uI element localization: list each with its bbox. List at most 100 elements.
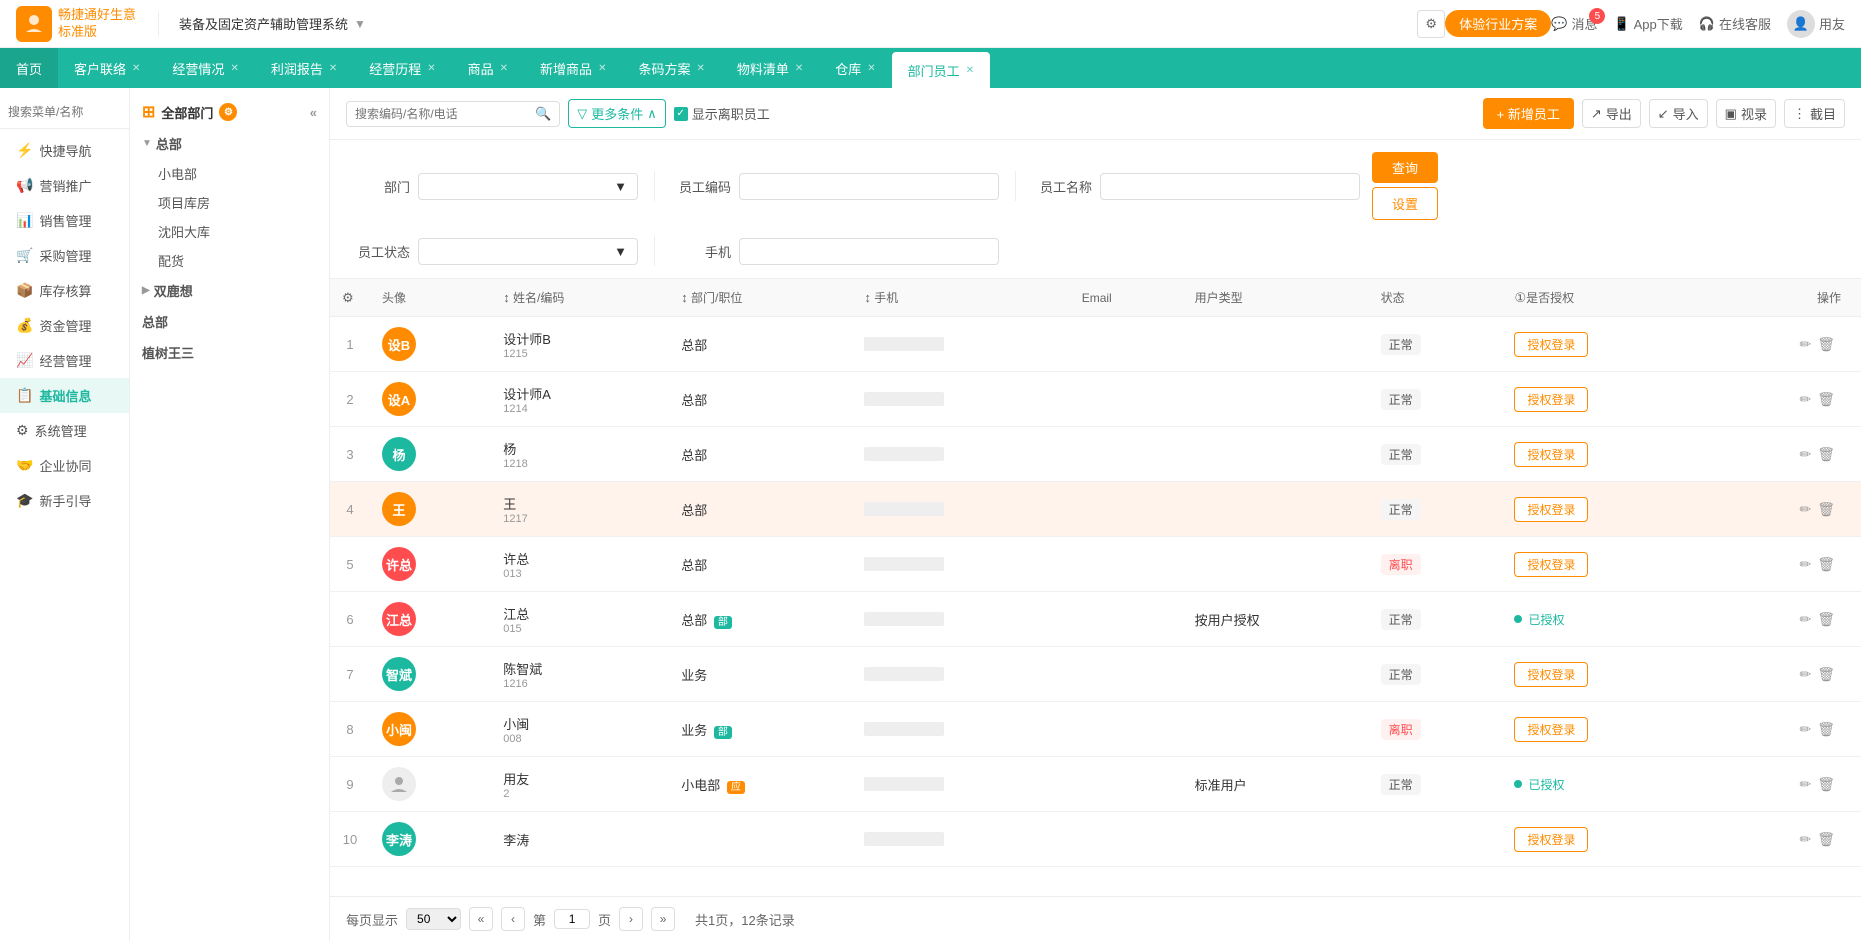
search-submit-icon[interactable]: 🔍	[535, 106, 551, 122]
edit-button[interactable]: ✏	[1799, 501, 1811, 517]
authorize-button[interactable]: 授权登录	[1514, 332, 1588, 357]
edit-button[interactable]: ✏	[1799, 391, 1811, 407]
nav-item-operations[interactable]: 经营情况 ✕	[156, 48, 254, 88]
sidebar-item-shortcut[interactable]: ⚡快捷导航	[0, 133, 129, 168]
edit-button[interactable]: ✏	[1799, 776, 1811, 792]
authorize-button[interactable]: 授权登录	[1514, 552, 1588, 577]
nav-item-history[interactable]: 经营历程 ✕	[353, 48, 451, 88]
view-button[interactable]: ▣ 视录	[1716, 99, 1776, 128]
delete-button[interactable]: 🗑	[1817, 336, 1835, 352]
close-icon[interactable]: ✕	[132, 63, 140, 74]
sidebar-item-purchase[interactable]: 🛒采购管理	[0, 238, 129, 273]
filter-button[interactable]: ▽ 更多条件 ∧	[568, 99, 666, 128]
nav-item-bom[interactable]: 物料清单 ✕	[721, 48, 819, 88]
nav-item-warehouse[interactable]: 仓库 ✕	[819, 48, 891, 88]
authorize-button[interactable]: 授权登录	[1514, 717, 1588, 742]
sidebar-item-collab[interactable]: 🤝企业协同	[0, 448, 129, 483]
message-button[interactable]: 💬 消息 5	[1551, 14, 1597, 33]
sidebar-item-inventory[interactable]: 📦库存核算	[0, 273, 129, 308]
dept-node-distribution[interactable]: 配货	[130, 246, 329, 275]
close-icon[interactable]: ✕	[867, 63, 875, 74]
close-icon[interactable]: ✕	[427, 63, 435, 74]
authorize-button[interactable]: 授权登录	[1514, 497, 1588, 522]
close-icon[interactable]: ✕	[696, 63, 704, 74]
page-input[interactable]	[554, 909, 590, 929]
edit-button[interactable]: ✏	[1799, 336, 1811, 352]
sidebar-item-finance[interactable]: 💰资金管理	[0, 308, 129, 343]
dept-node-shuanglu[interactable]: ▶ 双鹿想	[130, 275, 329, 306]
emp-name-input[interactable]	[1100, 173, 1360, 200]
delete-button[interactable]: 🗑	[1817, 556, 1835, 572]
col-dept[interactable]: ↕ 部门/职位	[669, 279, 852, 317]
edit-button[interactable]: ✏	[1799, 831, 1811, 847]
sidebar-item-system[interactable]: ⚙系统管理	[0, 413, 129, 448]
edit-button[interactable]: ✏	[1799, 446, 1811, 462]
delete-button[interactable]: 🗑	[1817, 721, 1835, 737]
sidebar-item-guide[interactable]: 🎓新手引导	[0, 483, 129, 518]
delete-button[interactable]: 🗑	[1817, 446, 1835, 462]
next-page-button[interactable]: ›	[619, 907, 643, 931]
first-page-button[interactable]: «	[469, 907, 493, 931]
sidebar-item-sales[interactable]: 📊销售管理	[0, 203, 129, 238]
show-resigned-toggle[interactable]: ✓ 显示离职员工	[674, 104, 770, 123]
col-name[interactable]: ↕ 姓名/编码	[491, 279, 669, 317]
last-page-button[interactable]: »	[651, 907, 675, 931]
dept-node-zhishu[interactable]: 植树王三	[130, 337, 329, 368]
gear-button[interactable]: ⚙	[1417, 10, 1445, 38]
dropdown-arrow-icon[interactable]: ▼	[354, 17, 366, 31]
sidebar-search-input[interactable]	[8, 105, 130, 119]
delete-button[interactable]: 🗑	[1817, 391, 1835, 407]
authorize-button[interactable]: 授权登录	[1514, 662, 1588, 687]
user-menu-button[interactable]: 👤 用友	[1787, 10, 1845, 38]
edit-button[interactable]: ✏	[1799, 721, 1811, 737]
close-icon[interactable]: ✕	[598, 63, 606, 74]
sidebar-item-basic-info[interactable]: 📋基础信息	[0, 378, 129, 413]
delete-button[interactable]: 🗑	[1817, 501, 1835, 517]
import-button[interactable]: ↙ 导入	[1649, 99, 1708, 128]
delete-button[interactable]: 🗑	[1817, 666, 1835, 682]
collapse-tree-button[interactable]: «	[310, 105, 317, 120]
close-icon[interactable]: ✕	[230, 63, 238, 74]
col-settings[interactable]: ⚙	[330, 279, 370, 317]
nav-item-goods[interactable]: 商品 ✕	[452, 48, 524, 88]
search-input[interactable]	[355, 107, 535, 121]
set-button[interactable]: 设置	[1372, 187, 1438, 220]
sidebar-item-marketing[interactable]: 📢营销推广	[0, 168, 129, 203]
dept-node-xiaodian[interactable]: 小电部	[130, 159, 329, 188]
dept-node-project[interactable]: 项目库房	[130, 188, 329, 217]
nav-item-barcode[interactable]: 条码方案 ✕	[622, 48, 720, 88]
nav-item-new-goods[interactable]: 新增商品 ✕	[524, 48, 622, 88]
close-icon[interactable]: ✕	[795, 63, 803, 74]
dept-node-hq[interactable]: 总部	[130, 306, 329, 337]
nav-item-employees[interactable]: 部门员工 ✕	[892, 52, 990, 88]
edit-button[interactable]: ✏	[1799, 611, 1811, 627]
app-download-button[interactable]: 📱 App下载	[1613, 14, 1682, 33]
delete-button[interactable]: 🗑	[1817, 831, 1835, 847]
delete-button[interactable]: 🗑	[1817, 611, 1835, 627]
nav-item-profit[interactable]: 利润报告 ✕	[255, 48, 353, 88]
authorize-button[interactable]: 授权登录	[1514, 827, 1588, 852]
dept-select[interactable]: ▼	[418, 173, 638, 200]
more-button[interactable]: ⋮ 截目	[1784, 99, 1845, 128]
close-icon[interactable]: ✕	[329, 63, 337, 74]
sidebar-item-management[interactable]: 📈经营管理	[0, 343, 129, 378]
nav-item-crm[interactable]: 客户联络 ✕	[58, 48, 156, 88]
edit-button[interactable]: ✏	[1799, 666, 1811, 682]
authorize-button[interactable]: 授权登录	[1514, 387, 1588, 412]
add-employee-button[interactable]: + 新增员工	[1483, 98, 1574, 129]
search-button[interactable]: 查询	[1372, 152, 1438, 183]
prev-page-button[interactable]: ‹	[501, 907, 525, 931]
delete-button[interactable]: 🗑	[1817, 776, 1835, 792]
authorize-button[interactable]: 授权登录	[1514, 442, 1588, 467]
emp-code-input[interactable]	[739, 173, 999, 200]
trial-button[interactable]: 体验行业方案	[1445, 10, 1551, 37]
dept-node-general[interactable]: ▼ 总部	[130, 128, 329, 159]
close-icon-active[interactable]: ✕	[966, 65, 974, 76]
online-support-button[interactable]: 🎧 在线客服	[1699, 14, 1771, 33]
col-phone[interactable]: ↕ 手机	[852, 279, 1069, 317]
per-page-select[interactable]: 50 100 200	[406, 908, 461, 930]
phone-input[interactable]	[739, 238, 999, 265]
dept-node-shenyang[interactable]: 沈阳大库	[130, 217, 329, 246]
emp-status-select[interactable]: ▼	[418, 238, 638, 265]
close-icon[interactable]: ✕	[500, 63, 508, 74]
